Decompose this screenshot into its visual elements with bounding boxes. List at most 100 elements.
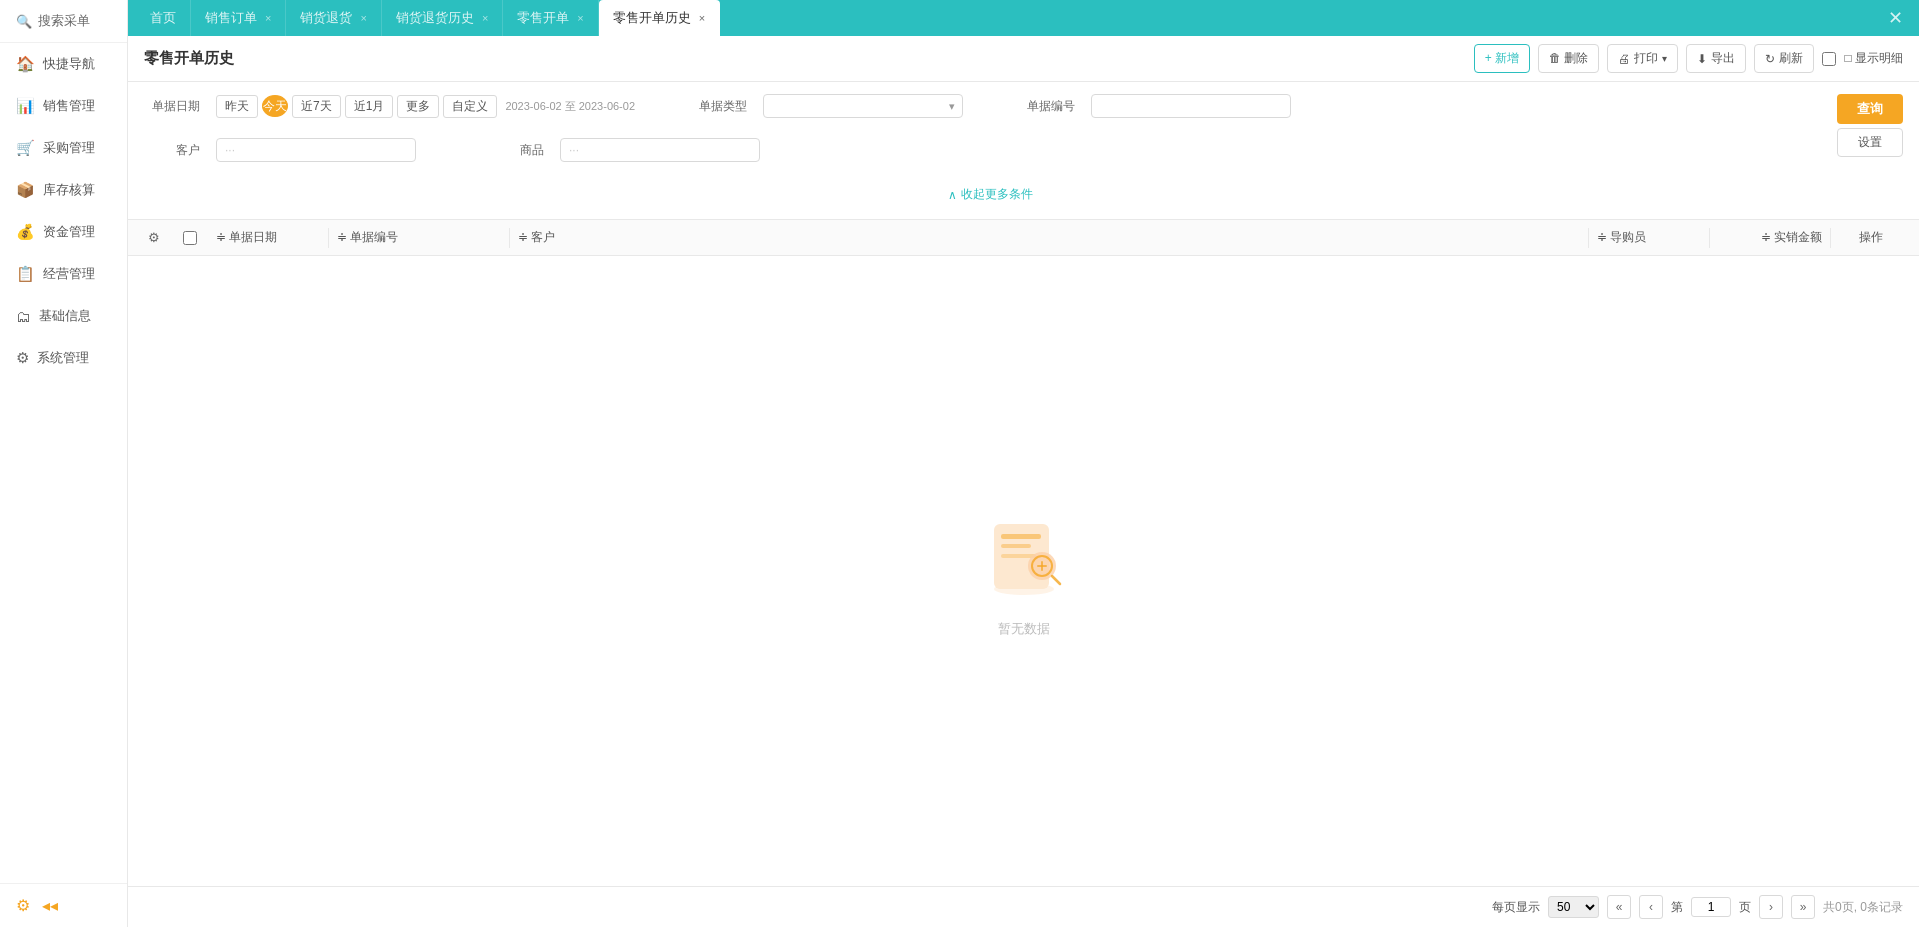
tab-sales-return-close[interactable]: × <box>360 12 366 24</box>
cart-icon: 🛒 <box>16 139 35 157</box>
chart-icon: 📊 <box>16 97 35 115</box>
top-nav: 首页 销售订单 × 销货退货 × 销货退货历史 × 零售开单 × 零售开单历史 … <box>128 0 1919 36</box>
sidebar-item-purchase-mgmt[interactable]: 🛒 采购管理 <box>0 127 127 169</box>
print-button[interactable]: 🖨 查询 打印 ▾ <box>1607 44 1678 73</box>
tab-sales-return-hist-close[interactable]: × <box>482 12 488 24</box>
collapse-filter-label: 收起更多条件 <box>961 186 1033 203</box>
per-page-select[interactable]: 50 100 200 <box>1548 896 1599 918</box>
sidebar-item-label: 资金管理 <box>43 223 95 241</box>
add-button[interactable]: + 新增 <box>1474 44 1530 73</box>
date-range-text: 2023-06-02 至 2023-06-02 <box>505 99 635 114</box>
tab-retail-open-hist-close[interactable]: × <box>699 12 705 24</box>
sidebar-item-label: 销售管理 <box>43 97 95 115</box>
th-guide[interactable]: ≑ 导购员 <box>1589 229 1709 246</box>
table-settings-icon[interactable]: ⚙ <box>136 230 172 245</box>
delete-button[interactable]: 🗑 删除 <box>1538 44 1599 73</box>
sidebar-item-label: 采购管理 <box>43 139 95 157</box>
sidebar-item-sys-mgmt[interactable]: ⚙ 系统管理 <box>0 337 127 379</box>
export-button[interactable]: ⬇ 导出 <box>1686 44 1746 73</box>
last-page-btn[interactable]: » <box>1791 895 1815 919</box>
table-area: ⚙ ≑ 单据日期 ≑ 单据编号 ≑ 客户 ≑ 导购员 ≑ 实销金额 <box>128 220 1919 886</box>
sidebar-item-base-info[interactable]: 🗂 基础信息 <box>0 295 127 337</box>
sidebar-item-inventory[interactable]: 📦 库存核算 <box>0 169 127 211</box>
sidebar-item-label: 经营管理 <box>43 265 95 283</box>
toolbar: 零售开单历史 + 新增 🗑 删除 🖨 查询 打印 ▾ ⬇ 导出 ↻ 刷新 □ 显… <box>128 36 1919 82</box>
filter-area: 单据日期 昨天 今天 近7天 近1月 更多 自定义 2023-06-02 至 2… <box>128 82 1919 220</box>
collapse-filter-btn[interactable]: ∧ 收起更多条件 <box>144 182 1837 207</box>
tab-retail-open[interactable]: 零售开单 × <box>503 0 598 36</box>
page-input[interactable] <box>1691 897 1731 917</box>
date-yesterday-btn[interactable]: 昨天 <box>216 95 258 118</box>
collapse-up-icon: ∧ <box>948 188 957 202</box>
tab-sales-order-close[interactable]: × <box>265 12 271 24</box>
empty-state: 暂无数据 <box>128 256 1919 886</box>
date-filter-label: 单据日期 <box>144 98 200 115</box>
th-action-label: 操作 <box>1859 229 1883 246</box>
finance-icon: 💰 <box>16 223 35 241</box>
tab-retail-open-hist[interactable]: 零售开单历史 × <box>599 0 720 36</box>
goods-filter-label: 商品 <box>488 142 544 159</box>
tab-sales-return-hist-label: 销货退货历史 <box>396 9 474 27</box>
date-7days-btn[interactable]: 近7天 <box>292 95 341 118</box>
sidebar-item-ops[interactable]: 📋 经营管理 <box>0 253 127 295</box>
sidebar: 🔍 搜索采单 🏠 快捷导航 📊 销售管理 🛒 采购管理 📦 库存核算 💰 资金管… <box>0 0 128 927</box>
customer-input[interactable]: ··· <box>216 138 416 162</box>
print-icon: 🖨 <box>1618 52 1630 66</box>
sidebar-search[interactable]: 🔍 搜索采单 <box>0 0 127 43</box>
next-page-btn[interactable]: › <box>1759 895 1783 919</box>
sidebar-item-quick-nav[interactable]: 🏠 快捷导航 <box>0 43 127 85</box>
th-date[interactable]: ≑ 单据日期 <box>208 229 328 246</box>
sidebar-bottom: ⚙ ◂◂ <box>0 883 127 927</box>
sidebar-item-label: 库存核算 <box>43 181 95 199</box>
svg-rect-2 <box>1001 534 1041 539</box>
sidebar-item-sales-mgmt[interactable]: 📊 销售管理 <box>0 85 127 127</box>
ops-icon: 📋 <box>16 265 35 283</box>
sidebar-item-label: 基础信息 <box>39 307 91 325</box>
collapse-sidebar-icon[interactable]: ◂◂ <box>42 896 58 915</box>
date-1month-btn[interactable]: 近1月 <box>345 95 394 118</box>
tab-home-label: 首页 <box>150 9 176 27</box>
window-close-icon[interactable]: ✕ <box>1888 7 1903 29</box>
type-select[interactable] <box>763 94 963 118</box>
refresh-icon: ↻ <box>1765 52 1775 66</box>
first-page-btn[interactable]: « <box>1607 895 1631 919</box>
page-total: 共0页, 0条记录 <box>1823 899 1903 916</box>
svg-line-7 <box>1052 576 1060 584</box>
type-select-wrapper <box>763 94 963 118</box>
sidebar-search-label: 搜索采单 <box>38 12 90 30</box>
query-button[interactable]: 查询 <box>1837 94 1903 124</box>
tab-home[interactable]: 首页 <box>136 0 191 36</box>
show-detail-checkbox[interactable] <box>1822 52 1836 66</box>
tab-sales-order[interactable]: 销售订单 × <box>191 0 286 36</box>
tab-retail-open-close[interactable]: × <box>577 12 583 24</box>
tab-sales-return-hist[interactable]: 销货退货历史 × <box>382 0 503 36</box>
gear-icon: ⚙ <box>16 349 29 367</box>
number-input[interactable] <box>1091 94 1291 118</box>
prev-page-btn[interactable]: ‹ <box>1639 895 1663 919</box>
table-header-checkbox[interactable] <box>172 231 208 245</box>
table-header: ⚙ ≑ 单据日期 ≑ 单据编号 ≑ 客户 ≑ 导购员 ≑ 实销金额 <box>128 220 1919 256</box>
date-more-btn[interactable]: 更多 <box>397 95 439 118</box>
settings-icon[interactable]: ⚙ <box>16 896 30 915</box>
filter-actions: 查询 设置 <box>1837 94 1903 157</box>
filter-setting-button[interactable]: 设置 <box>1837 128 1903 157</box>
tab-sales-return[interactable]: 销货退货 × <box>286 0 381 36</box>
goods-input[interactable]: ··· <box>560 138 760 162</box>
show-detail-toggle[interactable]: □ 显示明细 <box>1822 50 1903 67</box>
date-custom-btn[interactable]: 自定义 <box>443 95 497 118</box>
filter-row-2: 客户 ··· 商品 ··· <box>144 138 1837 162</box>
print-dropdown-icon: ▾ <box>1662 53 1667 64</box>
filter-row-1: 单据日期 昨天 今天 近7天 近1月 更多 自定义 2023-06-02 至 2… <box>144 94 1837 118</box>
select-all-checkbox[interactable] <box>183 231 197 245</box>
refresh-button[interactable]: ↻ 刷新 <box>1754 44 1814 73</box>
page-label: 第 <box>1671 899 1683 916</box>
th-number[interactable]: ≑ 单据编号 <box>329 229 509 246</box>
sidebar-item-finance[interactable]: 💰 资金管理 <box>0 211 127 253</box>
th-customer[interactable]: ≑ 客户 <box>510 229 1588 246</box>
empty-illustration <box>974 504 1074 604</box>
empty-text: 暂无数据 <box>998 620 1050 638</box>
filter-main-row: 单据日期 昨天 今天 近7天 近1月 更多 自定义 2023-06-02 至 2… <box>144 94 1903 207</box>
tab-retail-open-label: 零售开单 <box>517 9 569 27</box>
th-amount[interactable]: ≑ 实销金额 <box>1710 229 1830 246</box>
date-today-btn[interactable]: 今天 <box>262 95 288 117</box>
